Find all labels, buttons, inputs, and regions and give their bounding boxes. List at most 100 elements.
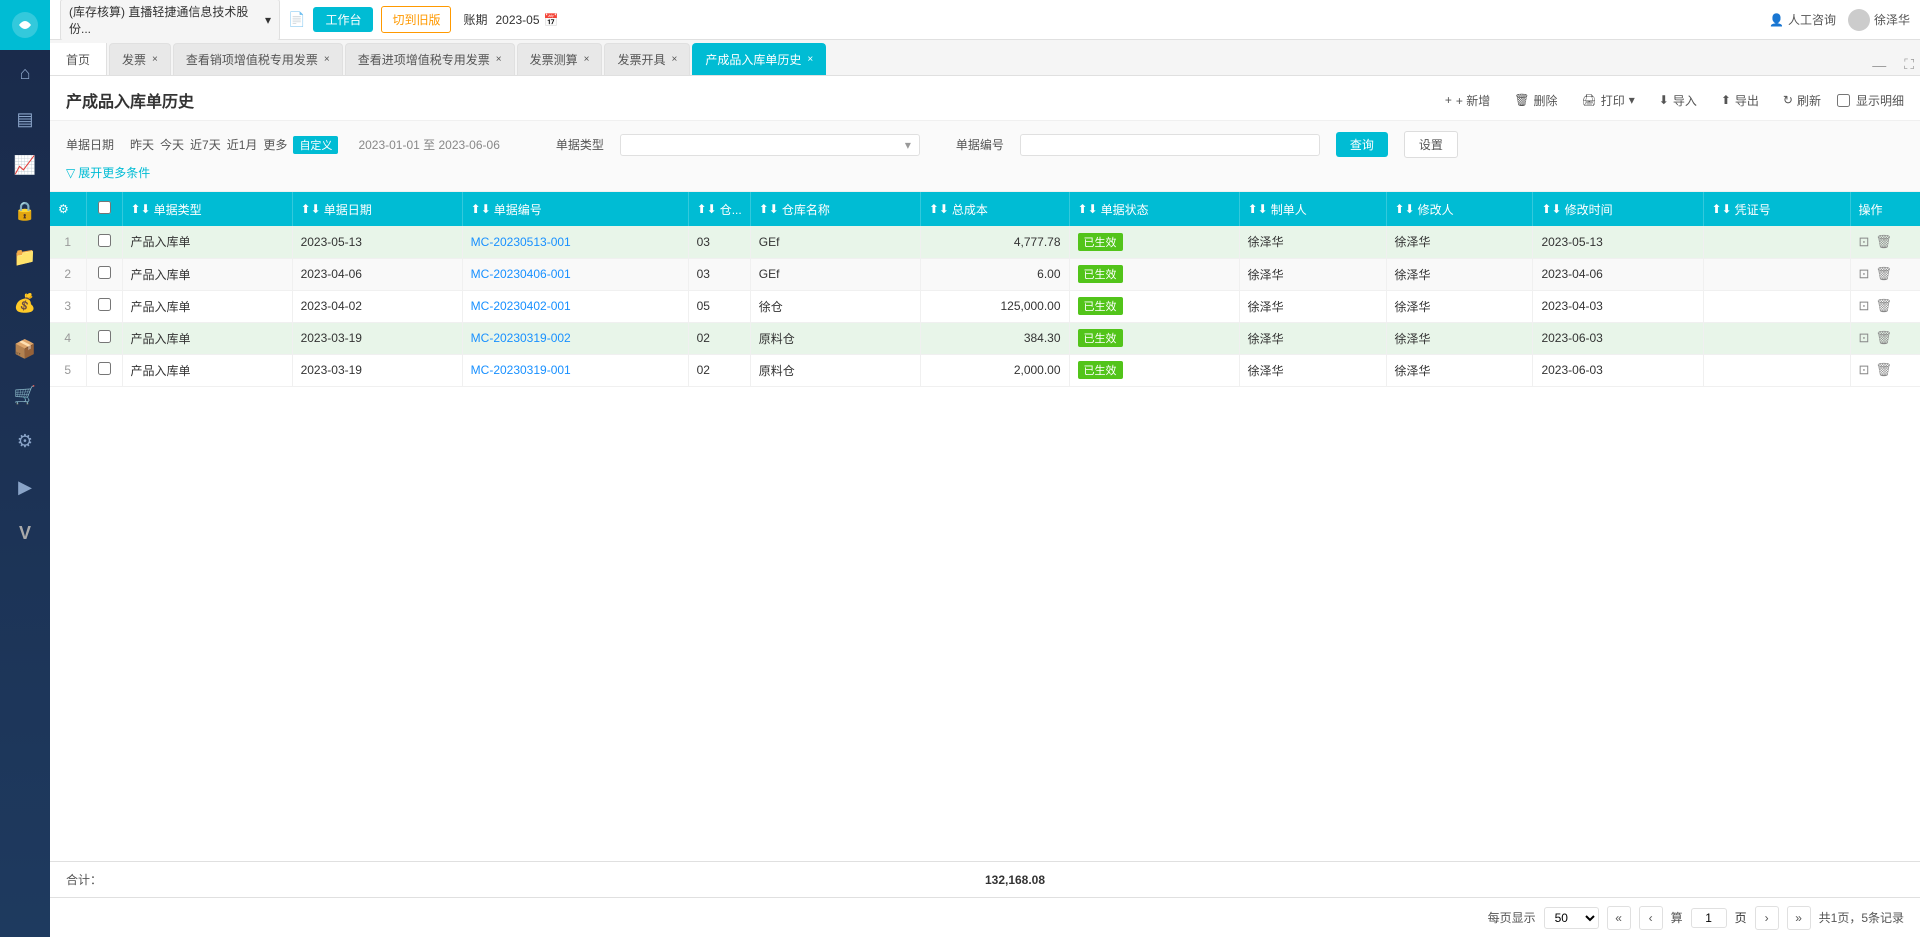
maximize-button[interactable]: ⛶ — [1898, 54, 1920, 75]
export-button[interactable]: ⬆ 导出 — [1713, 89, 1767, 112]
row-delete-icon-3[interactable]: 🗑 — [1875, 330, 1892, 346]
tab-purchase-vat[interactable]: 查看进项增值税专用发票 × — [345, 43, 515, 75]
row-delete-icon-4[interactable]: 🗑 — [1875, 362, 1892, 378]
shortcut-more[interactable]: 更多 — [263, 136, 287, 153]
setting-button[interactable]: 设置 — [1404, 131, 1458, 158]
th-modify-time[interactable]: ⬆⬇ 修改时间 — [1533, 192, 1703, 226]
row-doc-num-1[interactable]: MC-20230406-001 — [462, 258, 688, 290]
row-delete-icon-2[interactable]: 🗑 — [1875, 298, 1892, 314]
tab-product-history[interactable]: 产成品入库单历史 × — [692, 43, 826, 75]
finance-icon: 💰 — [14, 293, 36, 314]
sidebar-item-version[interactable]: V — [0, 510, 50, 556]
company-selector[interactable]: (库存核算) 直播轻捷通信息技术股份... ▾ — [60, 0, 280, 41]
sidebar-item-home[interactable]: ⌂ — [0, 50, 50, 96]
row-checkbox-3[interactable] — [86, 322, 122, 354]
th-doc-type[interactable]: ⬆⬇ 单据类型 — [122, 192, 292, 226]
row-checkbox-2[interactable] — [86, 290, 122, 322]
row-edit-icon-1[interactable]: ⊡ — [1859, 266, 1870, 282]
shortcut-yesterday[interactable]: 昨天 — [130, 136, 154, 153]
tab-purchase-vat-close[interactable]: × — [496, 54, 502, 65]
th-settings[interactable]: ⚙ — [50, 192, 86, 226]
row-doc-num-4[interactable]: MC-20230319-001 — [462, 354, 688, 386]
tab-invoice[interactable]: 发票 × — [109, 43, 171, 75]
row-warehouse-code-3: 02 — [688, 322, 750, 354]
period-value[interactable]: 2023-05 📅 — [495, 13, 558, 27]
toolbar-actions: + + 新增 🗑 删除 🖨 打印 ▾ ⬇ 导入 ⬆ — [1437, 89, 1904, 112]
tab-calc[interactable]: 发票测算 × — [517, 43, 603, 75]
select-all-checkbox[interactable] — [98, 201, 111, 214]
tab-open-close[interactable]: × — [671, 54, 677, 65]
shortcut-7days[interactable]: 近7天 — [190, 136, 221, 153]
tab-calc-close[interactable]: × — [584, 54, 590, 65]
service-button[interactable]: 👤 人工咨询 — [1769, 11, 1836, 28]
doc-icon[interactable]: 📄 — [288, 11, 305, 28]
doc-num-input[interactable] — [1020, 134, 1320, 156]
query-button[interactable]: 查询 — [1336, 132, 1388, 157]
next-page-button[interactable]: › — [1755, 906, 1779, 930]
prev-page-button[interactable]: ‹ — [1639, 906, 1663, 930]
tab-open[interactable]: 发票开具 × — [604, 43, 690, 75]
row-doc-num-3[interactable]: MC-20230319-002 — [462, 322, 688, 354]
sidebar-item-config[interactable]: ⚙ — [0, 418, 50, 464]
new-button[interactable]: + + 新增 — [1437, 89, 1498, 112]
sidebar-item-tools[interactable]: ▶ — [0, 464, 50, 510]
first-page-button[interactable]: « — [1607, 906, 1631, 930]
show-detail-toggle[interactable]: 显示明细 — [1837, 92, 1904, 109]
refresh-button[interactable]: ↻ 刷新 — [1775, 89, 1829, 112]
workbench-button[interactable]: 工作台 — [313, 7, 373, 32]
minimize-button[interactable]: — — [1866, 55, 1892, 75]
row-status-3: 已生效 — [1069, 322, 1239, 354]
th-voucher[interactable]: ⬆⬇ 凭证号 — [1703, 192, 1850, 226]
row-checkbox-0[interactable] — [86, 226, 122, 258]
row-edit-icon-4[interactable]: ⊡ — [1859, 362, 1870, 378]
doc-type-select[interactable]: ▾ — [620, 134, 920, 156]
row-edit-icon-2[interactable]: ⊡ — [1859, 298, 1870, 314]
row-checkbox-4[interactable] — [86, 354, 122, 386]
tab-product-history-close[interactable]: × — [807, 54, 813, 65]
row-voucher-4 — [1703, 354, 1850, 386]
row-doc-num-0[interactable]: MC-20230513-001 — [462, 226, 688, 258]
th-status[interactable]: ⬆⬇ 单据状态 — [1069, 192, 1239, 226]
row-delete-icon-1[interactable]: 🗑 — [1875, 266, 1892, 282]
th-modifier[interactable]: ⬆⬇ 修改人 — [1386, 192, 1533, 226]
show-detail-checkbox[interactable] — [1837, 94, 1850, 107]
delete-button[interactable]: 🗑 删除 — [1506, 89, 1565, 112]
shortcut-1month[interactable]: 近1月 — [227, 136, 258, 153]
row-delete-icon-0[interactable]: 🗑 — [1875, 234, 1892, 250]
row-edit-icon-0[interactable]: ⊡ — [1859, 234, 1870, 250]
user-button[interactable]: 徐泽华 — [1848, 9, 1910, 31]
sidebar-item-analysis[interactable]: 📈 — [0, 142, 50, 188]
th-creator[interactable]: ⬆⬇ 制单人 — [1239, 192, 1386, 226]
row-doc-num-2[interactable]: MC-20230402-001 — [462, 290, 688, 322]
sidebar-item-security[interactable]: 🔒 — [0, 188, 50, 234]
row-actions-4: ⊡ 🗑 — [1850, 354, 1920, 386]
th-action: 操作 — [1850, 192, 1920, 226]
th-total-cost[interactable]: ⬆⬇ 总成本 — [920, 192, 1069, 226]
tab-sales-vat-close[interactable]: × — [324, 54, 330, 65]
app-logo[interactable] — [0, 0, 50, 50]
th-doc-date[interactable]: ⬆⬇ 单据日期 — [292, 192, 462, 226]
sidebar-item-finance[interactable]: 💰 — [0, 280, 50, 326]
page-number-input[interactable] — [1691, 908, 1727, 928]
th-warehouse-code[interactable]: ⬆⬇ 仓... — [688, 192, 750, 226]
sidebar-item-purchase[interactable]: 🛒 — [0, 372, 50, 418]
th-doc-num[interactable]: ⬆⬇ 单据编号 — [462, 192, 688, 226]
sidebar-item-docs[interactable]: ▤ — [0, 96, 50, 142]
row-checkbox-1[interactable] — [86, 258, 122, 290]
history-button[interactable]: 切到旧版 — [381, 6, 451, 33]
th-checkbox[interactable] — [86, 192, 122, 226]
sidebar-item-files[interactable]: 📁 — [0, 234, 50, 280]
custom-tag[interactable]: 自定义 — [293, 136, 338, 154]
tab-invoice-close[interactable]: × — [152, 54, 158, 65]
tab-home[interactable]: 首页 — [50, 43, 107, 75]
per-page-select[interactable]: 50 10 20 100 — [1544, 907, 1599, 929]
th-warehouse-name[interactable]: ⬆⬇ 仓库名称 — [750, 192, 920, 226]
row-edit-icon-3[interactable]: ⊡ — [1859, 330, 1870, 346]
print-button[interactable]: 🖨 打印 ▾ — [1573, 89, 1642, 112]
last-page-button[interactable]: » — [1787, 906, 1811, 930]
tab-sales-vat[interactable]: 查看销项增值税专用发票 × — [173, 43, 343, 75]
shortcut-today[interactable]: 今天 — [160, 136, 184, 153]
import-button[interactable]: ⬇ 导入 — [1651, 89, 1705, 112]
expand-conditions-button[interactable]: ▽ 展开更多条件 — [66, 164, 1904, 181]
sidebar-item-inventory[interactable]: 📦 — [0, 326, 50, 372]
